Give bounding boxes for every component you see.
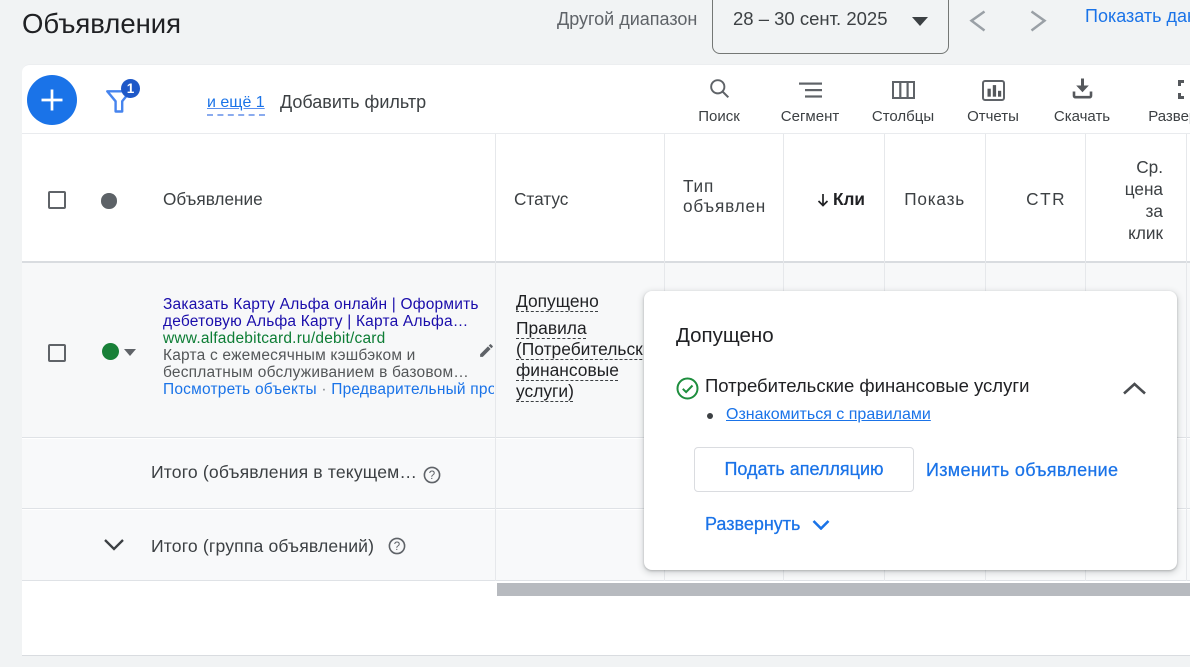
svg-text:?: ? xyxy=(429,470,435,482)
svg-text:?: ? xyxy=(394,541,400,553)
